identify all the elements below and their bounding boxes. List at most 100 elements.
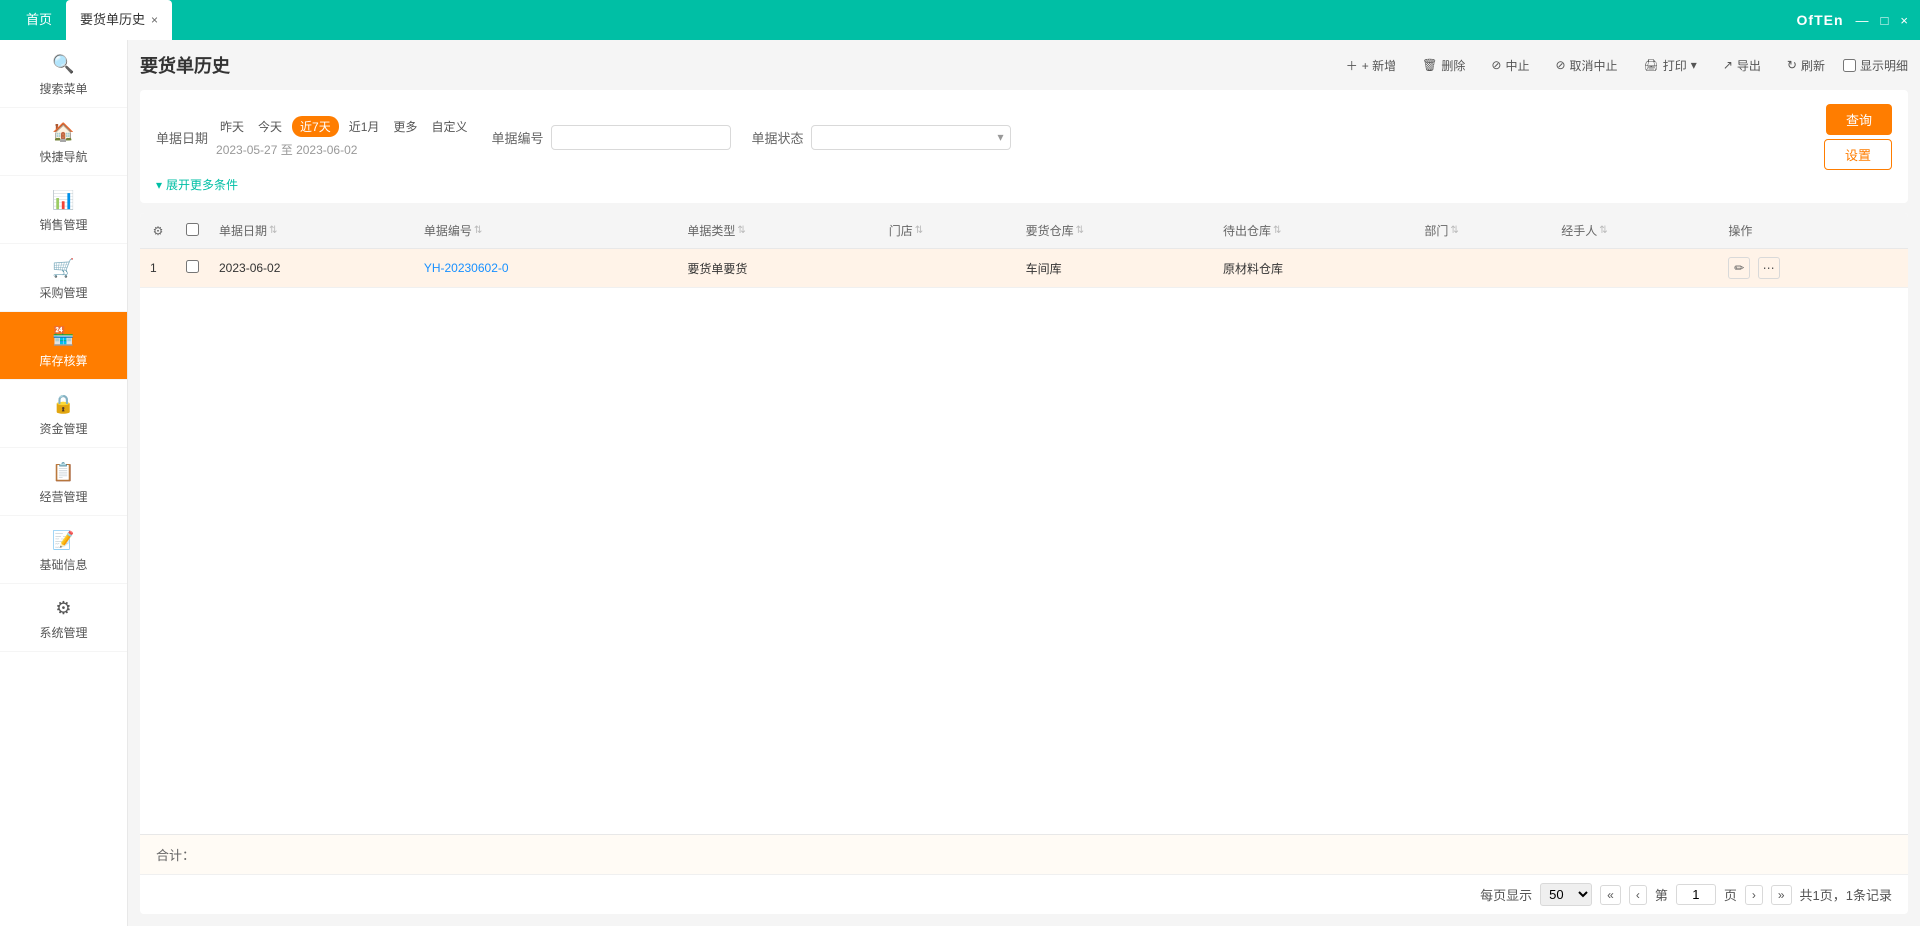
th-req-warehouse[interactable]: 要货仓库 ⇅ xyxy=(1016,213,1213,249)
page-input[interactable] xyxy=(1676,884,1716,905)
sidebar-item-operation-mgmt[interactable]: 📋 经营管理 xyxy=(0,448,127,516)
new-icon: ＋ xyxy=(1346,57,1358,74)
expand-more-btn[interactable]: ▾ 展开更多条件 xyxy=(156,176,1892,193)
tab-order-history[interactable]: 要货单历史 × xyxy=(66,0,172,40)
sort-date[interactable]: 单据日期 ⇅ xyxy=(219,222,277,239)
row-checkbox[interactable] xyxy=(186,260,199,273)
page-label: 第 xyxy=(1655,885,1668,904)
cancel-stop-button[interactable]: ⊘ 取消中止 xyxy=(1547,53,1625,78)
td-pending-warehouse: 原材料仓库 xyxy=(1213,249,1414,288)
th-date[interactable]: 单据日期 ⇅ xyxy=(209,213,414,249)
toolbar: ＋ + 新增 🗑 删除 ⊘ 中止 ⊘ 取消中止 🖨 打印 xyxy=(1338,53,1908,78)
td-index: 1 xyxy=(140,249,176,288)
sidebar-item-inventory[interactable]: 🏪 库存核算 xyxy=(0,312,127,380)
th-pending-warehouse[interactable]: 待出仓库 ⇅ xyxy=(1213,213,1414,249)
sidebar-item-purchase-mgmt-label: 采购管理 xyxy=(39,284,87,301)
table-row: 1 2023-06-02 YH-20230602-0 要货单要货 车间库 xyxy=(140,249,1908,288)
th-order-no[interactable]: 单据编号 ⇅ xyxy=(414,213,678,249)
print-icon: 🖨 xyxy=(1644,58,1659,72)
print-dropdown-icon: ▾ xyxy=(1691,58,1697,72)
sort-store[interactable]: 门店 ⇅ xyxy=(889,222,923,239)
sidebar-item-sales-mgmt[interactable]: 📊 销售管理 xyxy=(0,176,127,244)
date-btn-yesterday[interactable]: 昨天 xyxy=(216,116,248,137)
setting-button[interactable]: 设置 xyxy=(1824,139,1892,170)
tab-home[interactable]: 首页 xyxy=(12,0,66,40)
sidebar-item-sales-mgmt-label: 销售管理 xyxy=(39,216,87,233)
sort-order-type[interactable]: 单据类型 ⇅ xyxy=(687,222,745,239)
sidebar-item-quick-nav[interactable]: 🏠 快捷导航 xyxy=(0,108,127,176)
date-btn-more[interactable]: 更多 xyxy=(389,116,421,137)
sidebar-item-purchase-mgmt[interactable]: 🛒 采购管理 xyxy=(0,244,127,312)
sort-req-warehouse[interactable]: 要货仓库 ⇅ xyxy=(1026,222,1084,239)
window-close[interactable]: × xyxy=(1900,13,1908,28)
th-order-type[interactable]: 单据类型 ⇅ xyxy=(677,213,878,249)
export-button[interactable]: ↗ 导出 xyxy=(1715,53,1769,78)
cancel-stop-label: 取消中止 xyxy=(1570,57,1618,74)
date-label: 单据日期 xyxy=(156,128,208,147)
page-title: 要货单历史 xyxy=(140,52,230,78)
sort-handler[interactable]: 经手人 ⇅ xyxy=(1561,222,1607,239)
sidebar-item-finance-mgmt[interactable]: 🔒 资金管理 xyxy=(0,380,127,448)
sort-department[interactable]: 部门 ⇅ xyxy=(1424,222,1458,239)
filter-date: 单据日期 昨天 今天 近7天 近1月 更多 自定义 2023-05-27 至 2… xyxy=(156,116,471,158)
date-btn-7days[interactable]: 近7天 xyxy=(292,116,339,137)
refresh-button[interactable]: ↻ 刷新 xyxy=(1779,53,1833,78)
table-header-row: ⚙ 单据日期 ⇅ xyxy=(140,213,1908,249)
prev-page-btn[interactable]: ‹ xyxy=(1629,885,1647,905)
quick-nav-icon: 🏠 xyxy=(52,122,74,143)
sidebar-item-search-menu[interactable]: 🔍 搜索菜单 xyxy=(0,40,127,108)
display-detail-toggle[interactable]: 显示明细 xyxy=(1843,57,1908,74)
select-all-checkbox[interactable] xyxy=(186,223,199,236)
per-page-select[interactable]: 50 100 200 xyxy=(1540,883,1592,906)
last-page-btn[interactable]: » xyxy=(1771,885,1792,905)
export-label: 导出 xyxy=(1737,57,1761,74)
summary-row: 合计： xyxy=(140,834,1908,874)
display-detail-checkbox[interactable] xyxy=(1843,59,1856,72)
th-store[interactable]: 门店 ⇅ xyxy=(879,213,1016,249)
new-button[interactable]: ＋ + 新增 xyxy=(1338,53,1404,78)
export-icon: ↗ xyxy=(1723,58,1733,72)
delete-button[interactable]: 🗑 删除 xyxy=(1414,53,1473,78)
op-more-btn[interactable]: ⋯ xyxy=(1758,257,1780,279)
main-layout: 🔍 搜索菜单 🏠 快捷导航 📊 销售管理 🛒 采购管理 🏪 库存核算 🔒 资金管… xyxy=(0,40,1920,926)
sidebar-item-basic-info[interactable]: 📝 基础信息 xyxy=(0,516,127,584)
table-scroll[interactable]: ⚙ 单据日期 ⇅ xyxy=(140,213,1908,834)
next-page-btn[interactable]: › xyxy=(1745,885,1763,905)
query-button[interactable]: 查询 xyxy=(1826,104,1892,135)
sort-pending-warehouse[interactable]: 待出仓库 ⇅ xyxy=(1223,222,1281,239)
order-no-label: 单据编号 xyxy=(491,128,543,147)
inventory-icon: 🏪 xyxy=(52,326,74,347)
stop-button[interactable]: ⊘ 中止 xyxy=(1483,53,1537,78)
filter-row-1: 单据日期 昨天 今天 近7天 近1月 更多 自定义 2023-05-27 至 2… xyxy=(156,104,1892,170)
tab-bar: 首页 要货单历史 × xyxy=(12,0,1789,40)
tab-order-history-label: 要货单历史 xyxy=(80,0,145,40)
tab-close-icon[interactable]: × xyxy=(151,0,158,40)
first-page-btn[interactable]: « xyxy=(1600,885,1621,905)
date-btn-today[interactable]: 今天 xyxy=(254,116,286,137)
th-department[interactable]: 部门 ⇅ xyxy=(1414,213,1551,249)
refresh-icon: ↻ xyxy=(1787,58,1797,72)
date-btn-custom[interactable]: 自定义 xyxy=(427,116,471,137)
window-maximize[interactable]: □ xyxy=(1881,13,1889,28)
date-btn-1month[interactable]: 近1月 xyxy=(345,116,384,137)
pagination: 每页显示 50 100 200 « ‹ 第 页 › » 共1页，1条记录 xyxy=(140,874,1908,914)
window-minimize[interactable]: — xyxy=(1856,13,1869,28)
td-date: 2023-06-02 xyxy=(209,249,414,288)
order-no-link[interactable]: YH-20230602-0 xyxy=(424,261,509,275)
stop-icon: ⊘ xyxy=(1491,58,1501,72)
sidebar-item-inventory-label: 库存核算 xyxy=(39,352,87,369)
status-select[interactable] xyxy=(811,125,1011,150)
filter-order-no: 单据编号 xyxy=(491,125,731,150)
print-button[interactable]: 🖨 打印 ▾ xyxy=(1636,53,1705,78)
th-settings[interactable]: ⚙ xyxy=(140,213,176,249)
tab-home-label: 首页 xyxy=(26,0,52,40)
op-edit-btn[interactable]: ✏ xyxy=(1728,257,1750,279)
td-req-warehouse: 车间库 xyxy=(1016,249,1213,288)
order-no-input[interactable] xyxy=(551,125,731,150)
td-operation: ✏ ⋯ xyxy=(1718,249,1908,288)
th-handler[interactable]: 经手人 ⇅ xyxy=(1551,213,1718,249)
expand-more-label: 展开更多条件 xyxy=(166,176,238,193)
sidebar-item-system-mgmt[interactable]: ⚙ 系统管理 xyxy=(0,584,127,652)
sort-order-no[interactable]: 单据编号 ⇅ xyxy=(424,222,482,239)
basic-info-icon: 📝 xyxy=(52,530,74,551)
